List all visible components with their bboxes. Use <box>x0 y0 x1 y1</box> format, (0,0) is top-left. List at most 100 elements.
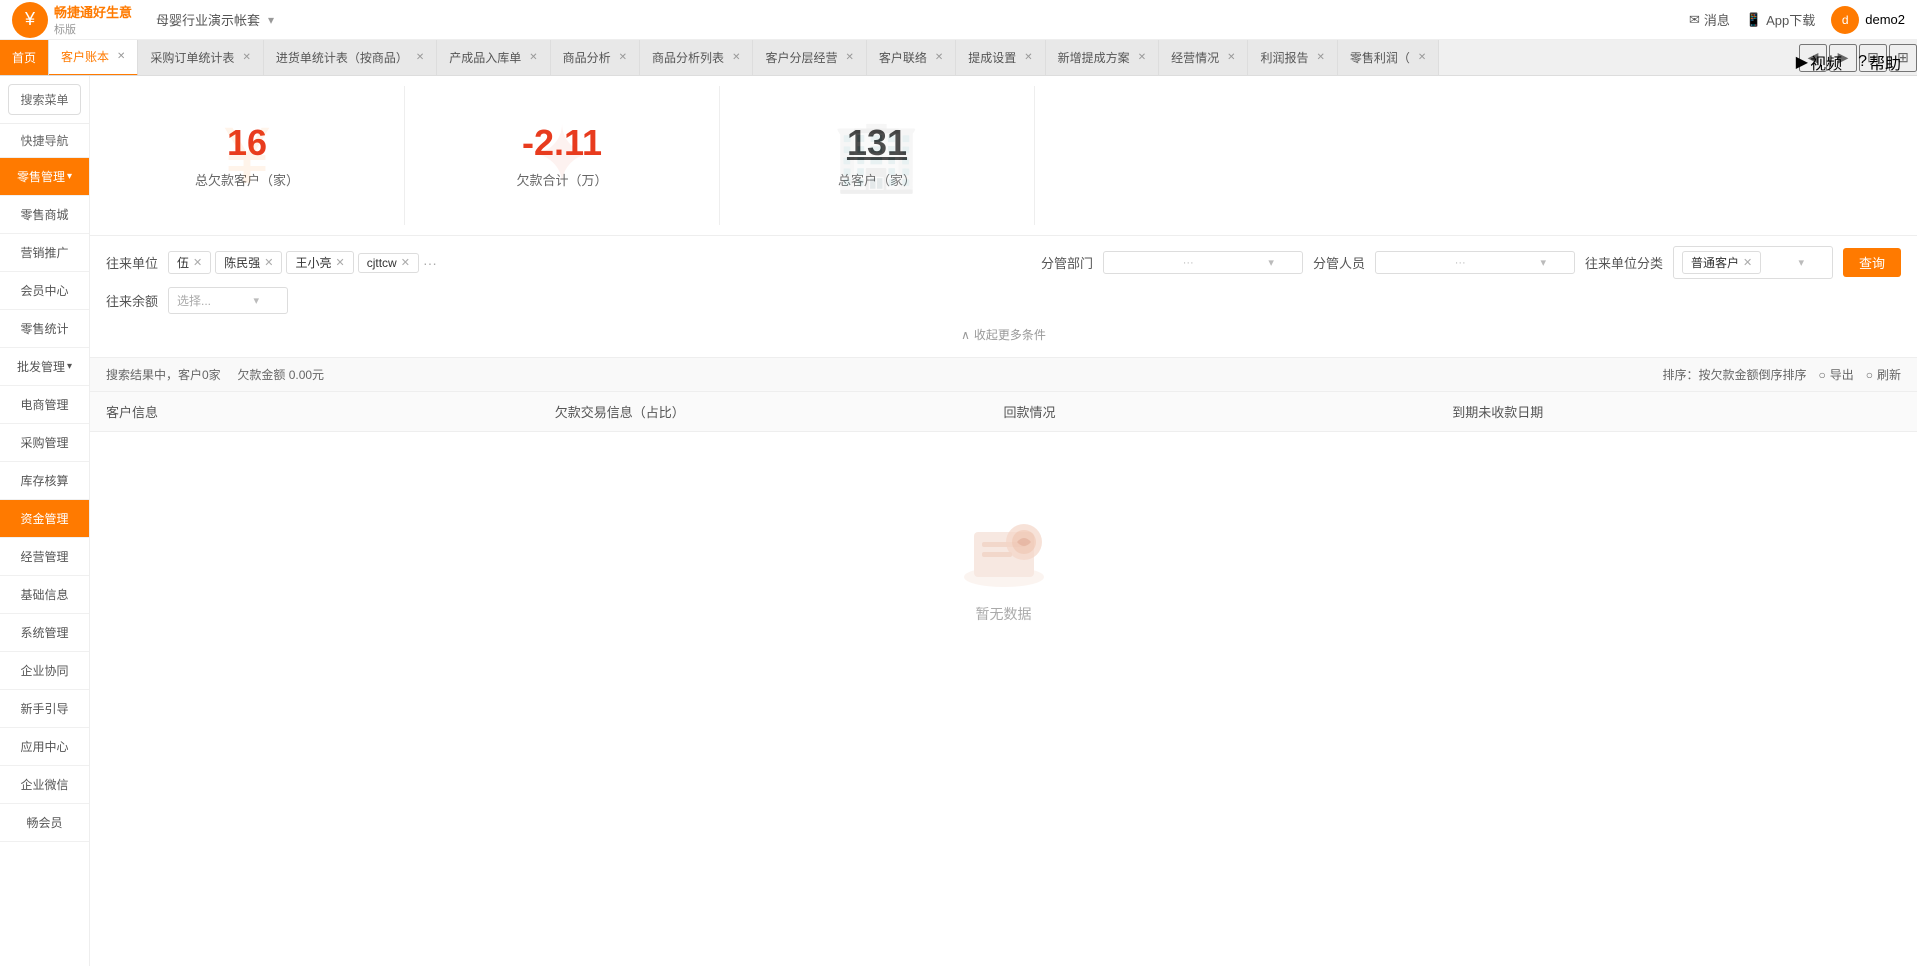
topbar-right: ✉ 消息 📱 App下载 d demo2 <box>1689 6 1905 34</box>
filter-tag-common-customer-close[interactable]: ✕ <box>1743 256 1752 269</box>
tab-retail-profit[interactable]: 零售利润（ ✕ <box>1338 40 1439 76</box>
filter-tag-chen[interactable]: 陈民强 ✕ <box>215 251 282 274</box>
tab-ops-situation-close[interactable]: ✕ <box>1227 52 1235 63</box>
workspace-dropdown-icon[interactable]: ▾ <box>268 13 274 27</box>
query-button[interactable]: 查询 <box>1843 248 1901 277</box>
topbar: ¥ 畅捷通好生意 标版 母婴行业演示帐套 ▾ ✉ 消息 📱 App下载 d de… <box>0 0 1917 40</box>
refresh-label: 刷新 <box>1877 366 1901 383</box>
filter-tag-wang[interactable]: 王小亮 ✕ <box>286 251 353 274</box>
tab-purchase-orders-close[interactable]: ✕ <box>242 52 250 63</box>
sort-label[interactable]: 排序：按欠款金额倒序排序 <box>1662 366 1806 383</box>
sidebar-item-retail-stats[interactable]: 零售统计 <box>0 310 89 348</box>
tab-new-promotion[interactable]: 新增提成方案 ✕ <box>1046 40 1159 76</box>
tab-goods-analysis-list-close[interactable]: ✕ <box>732 52 740 63</box>
person-dropdown-arrow: ▾ <box>1540 256 1546 269</box>
sidebar-item-member-center[interactable]: 会员中心 <box>0 272 89 310</box>
sidebar-quick-nav[interactable]: 快捷导航 <box>0 124 89 158</box>
tab-accounts[interactable]: 客户账本 ✕ <box>49 40 138 76</box>
debt-summary-text: 欠款金额 0.00元 <box>237 368 324 382</box>
tab-produce-close[interactable]: ✕ <box>529 52 537 63</box>
tab-produce[interactable]: 产成品入库单 ✕ <box>437 40 550 76</box>
app-download-button[interactable]: 📱 App下载 <box>1746 10 1815 29</box>
person-dropdown[interactable]: ··· ▾ <box>1375 251 1575 274</box>
filter-tag-cjttcw[interactable]: cjttcw ✕ <box>358 253 419 273</box>
sidebar-item-system-mgmt[interactable]: 系统管理 <box>0 614 89 652</box>
sidebar-item-purchase-mgmt[interactable]: 采购管理 <box>0 424 89 462</box>
sidebar-item-member-center-label: 会员中心 <box>20 284 68 298</box>
results-actions: 排序：按欠款金额倒序排序 ○ 导出 ○ 刷新 <box>1662 366 1901 383</box>
sidebar-item-enterprise-wechat[interactable]: 企业微信 <box>0 766 89 804</box>
sidebar-item-retail-mgmt-arrow: ▾ <box>67 171 72 182</box>
person-filter-label: 分管人员 <box>1313 253 1365 272</box>
tab-purchase-orders-label: 采购订单统计表 <box>150 49 234 66</box>
tab-accounts-close[interactable]: ✕ <box>117 51 125 62</box>
export-button[interactable]: ○ 导出 <box>1818 366 1853 383</box>
tab-customer-tier-close[interactable]: ✕ <box>845 52 853 63</box>
tab-goods-analysis[interactable]: 商品分析 ✕ <box>551 40 640 76</box>
export-label: 导出 <box>1830 366 1854 383</box>
filter-tag-common-customer[interactable]: 普通客户 ✕ <box>1682 251 1761 274</box>
tab-promotion-settings[interactable]: 提成设置 ✕ <box>956 40 1045 76</box>
balance-dropdown[interactable]: 选择... ▾ <box>168 287 288 314</box>
filter-tag-wu-close[interactable]: ✕ <box>193 256 202 269</box>
tab-profit-report-label: 利润报告 <box>1260 49 1308 66</box>
balance-filter-label: 往来余额 <box>106 291 158 310</box>
message-button[interactable]: ✉ 消息 <box>1689 10 1730 29</box>
empty-text: 暂无数据 <box>976 604 1032 624</box>
sidebar-item-enterprise-coop[interactable]: 企业协同 <box>0 652 89 690</box>
sidebar-item-capital-mgmt[interactable]: 资金管理 <box>0 500 89 538</box>
sidebar-item-new-guide[interactable]: 新手引导 <box>0 690 89 728</box>
topbar-left: ¥ 畅捷通好生意 标版 母婴行业演示帐套 ▾ <box>12 2 274 38</box>
filter-tag-wu[interactable]: 伍 ✕ <box>168 251 211 274</box>
tab-customer-contact-close[interactable]: ✕ <box>935 52 943 63</box>
tab-new-promotion-label: 新增提成方案 <box>1058 49 1130 66</box>
tab-profit-report[interactable]: 利润报告 ✕ <box>1248 40 1337 76</box>
logo-text: 畅捷通好生意 <box>54 2 132 21</box>
filter-row-2: 往来余额 选择... ▾ <box>106 287 1901 314</box>
dept-dropdown-arrow: ▾ <box>1268 256 1274 269</box>
filter-tag-cjttcw-close[interactable]: ✕ <box>401 256 410 269</box>
tab-goods-analysis-list[interactable]: 商品分析列表 ✕ <box>640 40 753 76</box>
tab-purchase-orders[interactable]: 采购订单统计表 ✕ <box>138 40 263 76</box>
filter-tag-chen-close[interactable]: ✕ <box>264 256 273 269</box>
refresh-button[interactable]: ○ 刷新 <box>1866 366 1901 383</box>
main-layout: 搜索菜单 快捷导航 零售管理 ▾ 零售商城 营销推广 会员中心 零售统计 批发管… <box>0 76 1917 966</box>
tab-goods-analysis-close[interactable]: ✕ <box>619 52 627 63</box>
empty-icon <box>954 512 1054 592</box>
sidebar-item-app-center[interactable]: 应用中心 <box>0 728 89 766</box>
tab-new-promotion-close[interactable]: ✕ <box>1138 52 1146 63</box>
sidebar-item-basic-info[interactable]: 基础信息 <box>0 576 89 614</box>
tab-customer-tier[interactable]: 客户分层经营 ✕ <box>753 40 866 76</box>
tab-ops-situation[interactable]: 经营情况 ✕ <box>1159 40 1248 76</box>
tab-accounts-label: 客户账本 <box>61 48 109 65</box>
sidebar-item-inventory[interactable]: 库存核算 <box>0 462 89 500</box>
stat-bg-icon-debt: ✦ <box>528 109 595 202</box>
tab-customer-contact[interactable]: 客户联络 ✕ <box>867 40 956 76</box>
tab-inbound-label: 进货单统计表（按商品） <box>276 49 408 66</box>
sidebar-item-purchase-mgmt-label: 采购管理 <box>20 436 68 450</box>
filter-more-tags[interactable]: ··· <box>423 255 437 271</box>
sidebar-item-retail-mgmt[interactable]: 零售管理 ▾ <box>0 158 89 196</box>
filter-bar: 往来单位 伍 ✕ 陈民强 ✕ 王小亮 ✕ cjttcw <box>90 236 1917 358</box>
tab-inbound[interactable]: 进货单统计表（按商品） ✕ <box>264 40 437 76</box>
sidebar-item-marketing[interactable]: 营销推广 <box>0 234 89 272</box>
filter-tag-wang-close[interactable]: ✕ <box>336 256 345 269</box>
stat-total-debt: ✦ -2.11 欠款合计（万） <box>405 86 720 225</box>
export-icon: ○ <box>1818 368 1825 382</box>
sidebar: 搜索菜单 快捷导航 零售管理 ▾ 零售商城 营销推广 会员中心 零售统计 批发管… <box>0 76 90 966</box>
tab-promotion-settings-close[interactable]: ✕ <box>1024 52 1032 63</box>
search-menu-button[interactable]: 搜索菜单 <box>8 84 81 115</box>
tab-home[interactable]: 首页 <box>0 40 49 76</box>
sidebar-item-wholesale-mgmt[interactable]: 批发管理 ▾ <box>0 348 89 386</box>
sidebar-item-ops-mgmt[interactable]: 经营管理 <box>0 538 89 576</box>
tab-retail-profit-close[interactable]: ✕ <box>1418 52 1426 63</box>
sidebar-item-ecommerce[interactable]: 电商管理 <box>0 386 89 424</box>
sidebar-item-retail-mall[interactable]: 零售商城 <box>0 196 89 234</box>
user-area[interactable]: d demo2 <box>1831 6 1905 34</box>
dept-dropdown[interactable]: ··· ▾ <box>1103 251 1303 274</box>
collapse-button[interactable]: ∧ 收起更多条件 <box>961 322 1046 347</box>
tab-inbound-close[interactable]: ✕ <box>416 52 424 63</box>
category-dropdown[interactable]: 普通客户 ✕ ▾ <box>1673 246 1833 279</box>
tab-profit-report-close[interactable]: ✕ <box>1317 52 1325 63</box>
sidebar-item-vip-member[interactable]: 畅会员 <box>0 804 89 842</box>
